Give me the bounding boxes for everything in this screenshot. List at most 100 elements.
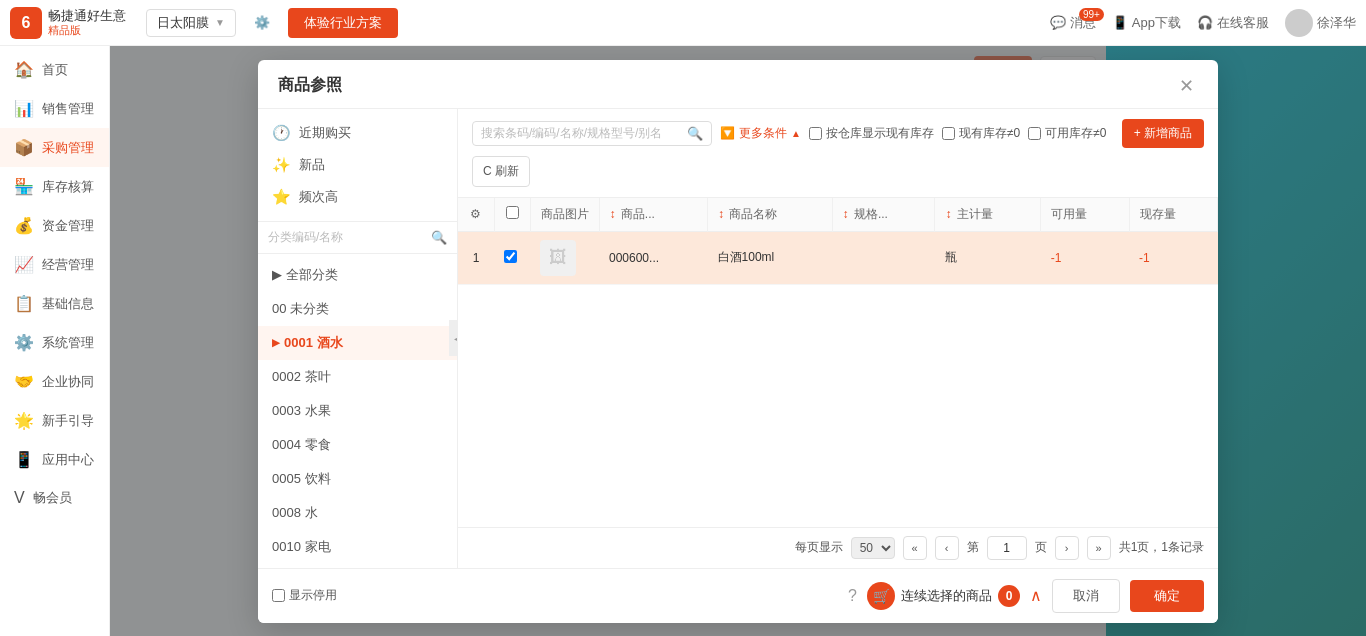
settings-icon[interactable]: ⚙️: [246, 7, 278, 39]
page-size-select[interactable]: 50: [851, 537, 895, 559]
category-fruit[interactable]: 0003 水果: [258, 394, 457, 428]
expand-icon: ▶: [272, 267, 282, 282]
sidebar-item-guide[interactable]: 🌟 新手引导: [0, 401, 109, 440]
category-all[interactable]: ▶ 全部分类: [258, 258, 457, 292]
sidebar-item-member[interactable]: V 畅会员: [0, 479, 109, 517]
collapse-cart-button[interactable]: ∧: [1030, 586, 1042, 605]
category-search-icon[interactable]: 🔍: [431, 230, 447, 245]
row-unit: 瓶: [935, 231, 1041, 284]
row-image-cell: 🖼: [530, 231, 599, 284]
app-download-button[interactable]: 📱 App下载: [1112, 14, 1181, 32]
top-nav: 6 畅捷通好生意 精品版 日太阳膜 ▼ ⚙️ 体验行业方案 💬 消息 99+ 📱…: [0, 0, 1366, 46]
category-snack[interactable]: 0004 零食: [258, 428, 457, 462]
show-disabled-checkbox[interactable]: [272, 589, 285, 602]
row-stock: -1: [1129, 231, 1217, 284]
category-uncategorized[interactable]: 00 未分类: [258, 292, 457, 326]
experience-button[interactable]: 体验行业方案: [288, 8, 398, 38]
refresh-button[interactable]: C 刷新: [472, 156, 530, 187]
sidebar-item-apps[interactable]: 📱 应用中心: [0, 440, 109, 479]
row-spec: [832, 231, 935, 284]
app-icon: 📱: [1112, 15, 1128, 30]
sidebar-item-inventory[interactable]: 🏪 库存核算: [0, 167, 109, 206]
row-checkbox[interactable]: [504, 250, 517, 263]
product-modal: 商品参照 ✕ 🕐 近期购买 ✨ 新: [258, 60, 1218, 623]
nav-dropdown[interactable]: 日太阳膜 ▼: [146, 9, 236, 37]
category-beverage[interactable]: 0005 饮料: [258, 462, 457, 496]
headset-icon: 🎧: [1197, 15, 1213, 30]
filter-chevron-icon: ▲: [791, 128, 801, 139]
sidebar-item-finance[interactable]: 💰 资金管理: [0, 206, 109, 245]
user-avatar[interactable]: 徐泽华: [1285, 9, 1356, 37]
confirm-button[interactable]: 确定: [1130, 580, 1204, 612]
product-search-input[interactable]: [481, 126, 687, 140]
sidebar-item-purchase[interactable]: 📦 采购管理: [0, 128, 109, 167]
next-page-button[interactable]: ›: [1055, 536, 1079, 560]
sidebar-item-business[interactable]: 📈 经营管理: [0, 245, 109, 284]
shortcut-new[interactable]: ✨ 新品: [258, 149, 457, 181]
warehouse-stock-checkbox-label[interactable]: 按仓库显示现有库存: [809, 125, 934, 142]
available-stock-checkbox-label[interactable]: 可用库存≠0: [1028, 125, 1106, 142]
active-triangle-icon: ▶: [272, 337, 280, 348]
current-stock-checkbox-label[interactable]: 现有库存≠0: [942, 125, 1020, 142]
category-search-input[interactable]: [268, 230, 425, 244]
current-stock-checkbox[interactable]: [942, 127, 955, 140]
footer-actions: ? 🛒 连续选择的商品 0 ∧ 取消 确定: [848, 579, 1204, 613]
add-product-button[interactable]: + 新增商品: [1122, 119, 1204, 148]
sidebar-item-system[interactable]: ⚙️ 系统管理: [0, 323, 109, 362]
first-page-button[interactable]: «: [903, 536, 927, 560]
row-code: 000600...: [599, 231, 708, 284]
row-checkbox-cell: [494, 231, 530, 284]
new-icon: ✨: [272, 156, 291, 174]
show-disabled-label[interactable]: 显示停用: [272, 587, 337, 604]
row-number: 1: [458, 231, 494, 284]
system-icon: ⚙️: [14, 333, 34, 352]
col-name: ↕ 商品名称: [708, 198, 833, 232]
sidebar-item-enterprise[interactable]: 🤝 企业协同: [0, 362, 109, 401]
business-icon: 📈: [14, 255, 34, 274]
help-button[interactable]: ?: [848, 587, 857, 605]
category-liquor[interactable]: ▶ 0001 酒水: [258, 326, 457, 360]
dropdown-arrow-icon: ▼: [215, 17, 225, 28]
select-all-checkbox[interactable]: [506, 206, 519, 219]
logo-area: 6 畅捷通好生意 精品版: [10, 7, 126, 39]
avatar-image: [1285, 9, 1313, 37]
message-button[interactable]: 💬 消息 99+: [1050, 14, 1096, 32]
sidebar-item-basic[interactable]: 📋 基础信息: [0, 284, 109, 323]
category-shortcuts: 🕐 近期购买 ✨ 新品 ⭐ 频次高: [258, 109, 457, 222]
modal-body: 🕐 近期购买 ✨ 新品 ⭐ 频次高 ◀: [258, 109, 1218, 568]
available-stock-checkbox[interactable]: [1028, 127, 1041, 140]
modal-footer: 显示停用 ? 🛒 连续选择的商品 0 ∧ 取消 确定: [258, 568, 1218, 623]
cancel-button[interactable]: 取消: [1052, 579, 1120, 613]
more-filter-button[interactable]: 🔽 更多条件 ▲: [720, 125, 801, 142]
nav-right: 💬 消息 99+ 📱 App下载 🎧 在线客服 徐泽华: [1050, 9, 1356, 37]
page-number-input[interactable]: [987, 536, 1027, 560]
table-row[interactable]: 1 🖼: [458, 231, 1218, 284]
modal-close-button[interactable]: ✕: [1174, 74, 1198, 98]
online-service-button[interactable]: 🎧 在线客服: [1197, 14, 1269, 32]
shortcut-frequent[interactable]: ⭐ 频次高: [258, 181, 457, 213]
sidebar-item-home[interactable]: 🏠 首页: [0, 50, 109, 89]
cart-badge[interactable]: 🛒 连续选择的商品 0: [867, 582, 1020, 610]
message-icon: 💬: [1050, 15, 1066, 30]
sidebar-item-sales[interactable]: 📊 销售管理: [0, 89, 109, 128]
category-water[interactable]: 0008 水: [258, 496, 457, 530]
table-gear-icon[interactable]: ⚙: [470, 207, 481, 221]
sort-icon: ↕: [610, 207, 616, 221]
modal-header: 商品参照 ✕: [258, 60, 1218, 109]
sidebar: 🏠 首页 📊 销售管理 📦 采购管理 🏪 库存核算 💰 资金管理 📈 经营管理 …: [0, 46, 110, 636]
category-appliance[interactable]: 0010 家电: [258, 530, 457, 564]
warehouse-stock-checkbox[interactable]: [809, 127, 822, 140]
main-layout: 🏠 首页 📊 销售管理 📦 采购管理 🏪 库存核算 💰 资金管理 📈 经营管理 …: [0, 46, 1366, 636]
search-icon[interactable]: 🔍: [687, 126, 703, 141]
shortcut-recent[interactable]: 🕐 近期购买: [258, 117, 457, 149]
panel-collapse-button[interactable]: ◀: [449, 320, 458, 356]
col-spec: ↕ 规格...: [832, 198, 935, 232]
col-code: ↕ 商品...: [599, 198, 708, 232]
prev-page-button[interactable]: ‹: [935, 536, 959, 560]
last-page-button[interactable]: »: [1087, 536, 1111, 560]
product-search-box: 🔍: [472, 121, 712, 146]
inventory-icon: 🏪: [14, 177, 34, 196]
category-tea[interactable]: 0002 茶叶: [258, 360, 457, 394]
clock-icon: 🕐: [272, 124, 291, 142]
guide-icon: 🌟: [14, 411, 34, 430]
